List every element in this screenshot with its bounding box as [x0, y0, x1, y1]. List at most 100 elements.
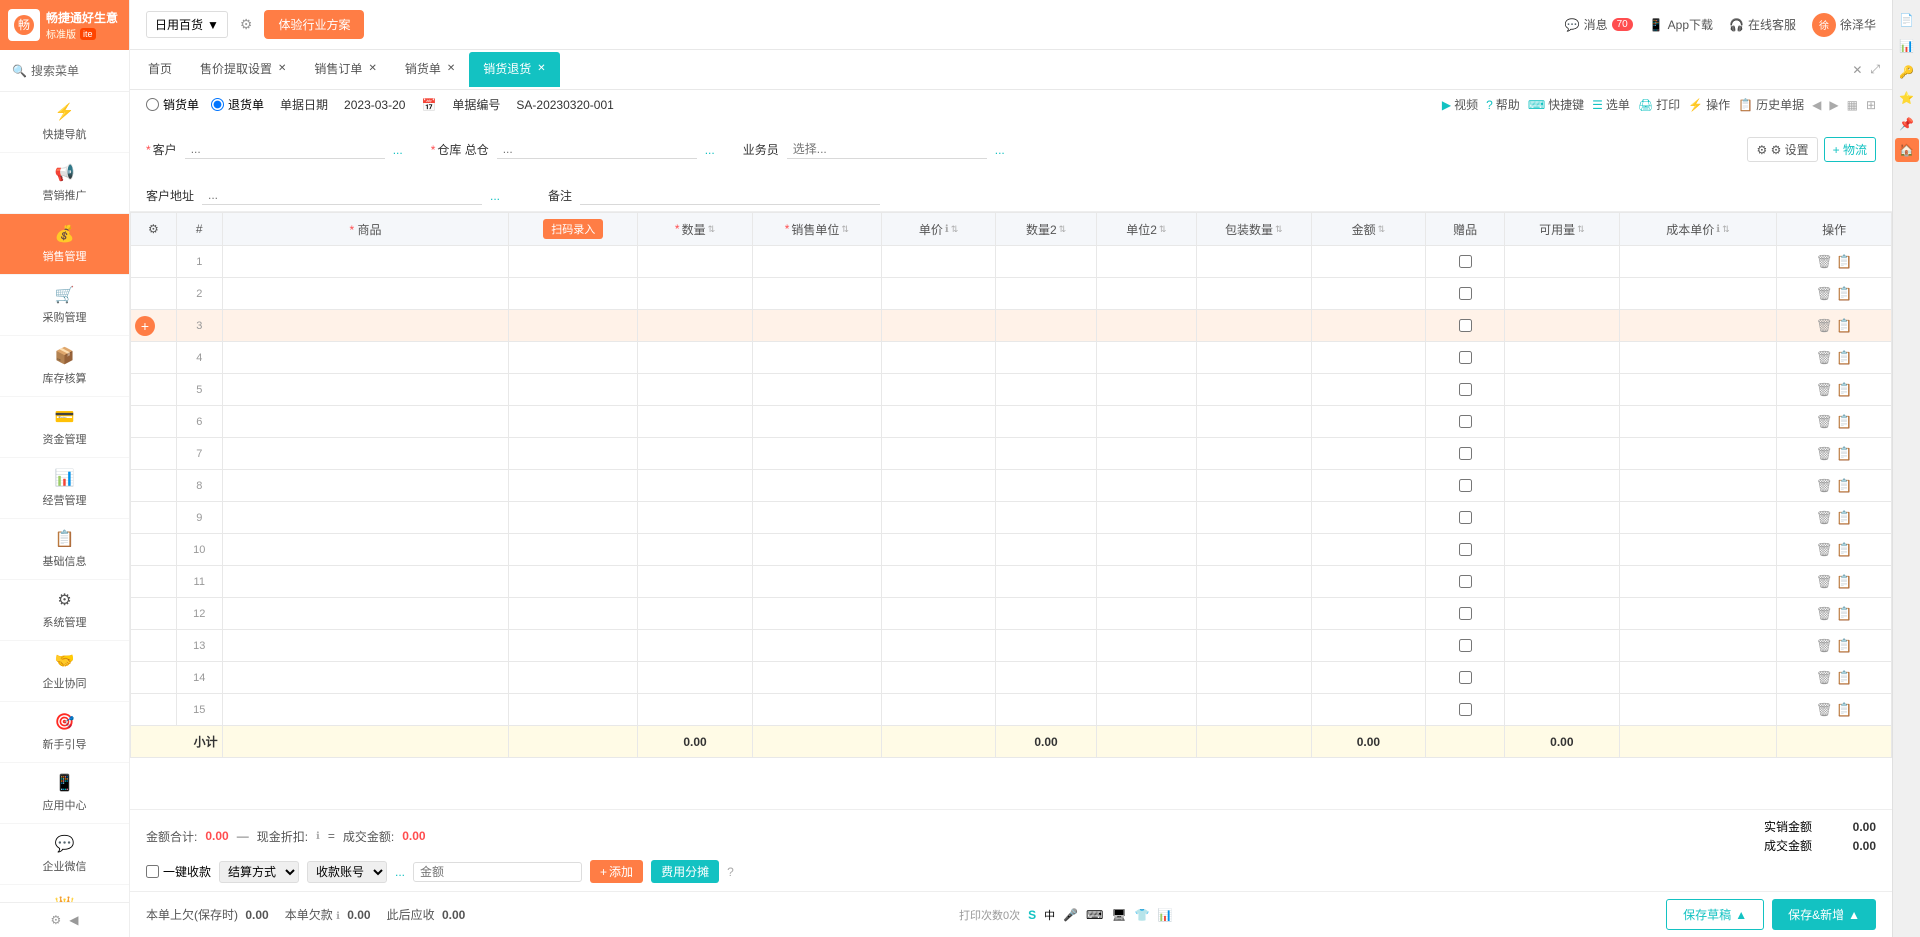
row3-copy-btn[interactable]: 📋 — [1836, 318, 1852, 334]
tab-price-setup[interactable]: 售价提取设置 ✕ — [186, 52, 300, 87]
row1-gift[interactable] — [1426, 246, 1505, 278]
video-btn[interactable]: ▶ 视频 — [1442, 96, 1478, 113]
row3-gift[interactable] — [1426, 310, 1505, 342]
row1-price[interactable] — [881, 246, 996, 278]
collapse-icon[interactable]: ◀ — [69, 913, 78, 927]
single-debt-info[interactable]: ℹ — [336, 911, 340, 922]
radio-return[interactable]: 退货单 — [211, 96, 264, 113]
settings-button[interactable]: ⚙ ⚙ 设置 ⚙ 设置 — [1747, 137, 1817, 162]
tab-sales-delivery[interactable]: 销货单 ✕ — [391, 52, 469, 87]
scan-button[interactable]: 扫码录入 — [543, 219, 603, 239]
row1-cost[interactable] — [1619, 246, 1777, 278]
row13-gift-check[interactable] — [1459, 639, 1472, 652]
history-prev-icon[interactable]: ◀ — [1812, 98, 1821, 112]
calendar-icon[interactable]: 📅 — [421, 98, 436, 112]
shortcut-btn[interactable]: ⌨ 快捷键 — [1528, 96, 1584, 113]
price-info-icon[interactable]: ℹ — [945, 224, 949, 235]
sidebar-item-operations[interactable]: 📊 经营管理 — [0, 458, 129, 519]
row5-gift-check[interactable] — [1459, 383, 1472, 396]
radio-return-input[interactable] — [211, 98, 224, 111]
row1-delete-btn[interactable]: 🗑 — [1816, 254, 1833, 270]
history-next-icon[interactable]: ▶ — [1829, 98, 1838, 112]
rp-icon-6[interactable]: 🏠 — [1895, 138, 1919, 162]
row8-gift-check[interactable] — [1459, 479, 1472, 492]
warehouse-select-btn[interactable]: ... — [705, 143, 715, 157]
sidebar-item-sales[interactable]: 💰 销售管理 — [0, 214, 129, 275]
row3-delete-btn[interactable]: 🗑 — [1816, 318, 1833, 334]
row3-product[interactable] — [222, 310, 509, 342]
status-mic-icon[interactable]: 🎤 — [1063, 908, 1078, 922]
help-btn[interactable]: ? 帮助 — [1486, 96, 1520, 113]
fee-help-icon[interactable]: ? — [727, 865, 734, 879]
th-scan[interactable]: 扫码录入 — [509, 213, 638, 246]
print-btn[interactable]: 🖨 打印 — [1638, 96, 1680, 113]
tab-sales-return[interactable]: 销货退货 ✕ — [469, 52, 559, 87]
radio-delivery[interactable]: 销货单 — [146, 96, 199, 113]
row1-product-input[interactable] — [227, 255, 505, 269]
row1-gift-check[interactable] — [1459, 255, 1472, 268]
app-download-button[interactable]: 📱 App下载 — [1649, 16, 1713, 33]
row1-product[interactable] — [222, 246, 509, 278]
sidebar-item-guide[interactable]: 🎯 新手引导 — [0, 702, 129, 763]
topbar-dropdown[interactable]: 日用百货 ▼ — [146, 11, 228, 38]
sidebar-item-appstore[interactable]: 📱 应用中心 — [0, 763, 129, 824]
row10-gift-check[interactable] — [1459, 543, 1472, 556]
row1-unit[interactable] — [752, 246, 881, 278]
row2-gift[interactable] — [1426, 278, 1505, 310]
settlement-method-select[interactable]: 结算方式 — [219, 861, 299, 883]
avail-sort-icon[interactable]: ⇅ — [1577, 224, 1585, 235]
add-row-button[interactable]: + — [135, 316, 155, 336]
rp-icon-1[interactable]: 📄 — [1895, 8, 1919, 32]
row1-avail[interactable] — [1505, 246, 1620, 278]
rp-icon-5[interactable]: 📌 — [1895, 112, 1919, 136]
account-select[interactable]: 收款账号 — [307, 861, 387, 883]
select-btn[interactable]: ☰ 选单 — [1592, 96, 1630, 113]
logistics-button[interactable]: + 物流 — [1824, 137, 1876, 162]
cost-info-icon[interactable]: ℹ — [1716, 224, 1720, 235]
salesperson-select-btn[interactable]: ... — [995, 143, 1005, 157]
tab-close-sales-return[interactable]: ✕ — [537, 63, 545, 74]
sidebar-item-purchase[interactable]: 🛒 采购管理 — [0, 275, 129, 336]
warehouse-input[interactable] — [497, 140, 697, 159]
amount-input[interactable] — [413, 862, 582, 882]
row3-product-input[interactable] — [227, 319, 505, 333]
row2-delete-btn[interactable]: 🗑 — [1816, 286, 1833, 302]
rp-icon-3[interactable]: 🔑 — [1895, 60, 1919, 84]
sidebar-item-basic[interactable]: 📋 基础信息 — [0, 519, 129, 580]
sidebar-item-inventory[interactable]: 📦 库存核算 — [0, 336, 129, 397]
tab-close-sales-delivery[interactable]: ✕ — [447, 63, 455, 74]
cost-sort-icon[interactable]: ⇅ — [1722, 224, 1730, 235]
row3-gift-check[interactable] — [1459, 319, 1472, 332]
row9-gift-check[interactable] — [1459, 511, 1472, 524]
view-grid-icon[interactable]: ⊞ — [1866, 98, 1876, 112]
tab-close-all-icon[interactable]: ✕ — [1852, 63, 1862, 77]
rp-icon-4[interactable]: ⭐ — [1895, 86, 1919, 110]
row14-gift-check[interactable] — [1459, 671, 1472, 684]
sidebar-item-marketing[interactable]: 📢 营销推广 — [0, 153, 129, 214]
customer-input[interactable] — [185, 140, 385, 159]
sidebar-item-wechat[interactable]: 💬 企业微信 — [0, 824, 129, 885]
row6-gift-check[interactable] — [1459, 415, 1472, 428]
sidebar-item-shortcuts[interactable]: ⚡ 快捷导航 — [0, 92, 129, 153]
row1-qty2[interactable] — [996, 246, 1096, 278]
rp-icon-2[interactable]: 📊 — [1895, 34, 1919, 58]
row7-gift-check[interactable] — [1459, 447, 1472, 460]
search-menu-button[interactable]: 🔍 搜索菜单 — [8, 58, 121, 83]
settings-icon[interactable]: ⚙ — [51, 913, 62, 927]
pack-sort-icon[interactable]: ⇅ — [1275, 224, 1283, 235]
row11-gift-check[interactable] — [1459, 575, 1472, 588]
price-sort-icon[interactable]: ⇅ — [951, 224, 959, 235]
row1-pack[interactable] — [1197, 246, 1312, 278]
row12-gift-check[interactable] — [1459, 607, 1472, 620]
status-chart-icon[interactable]: 📊 — [1158, 908, 1173, 922]
row1-copy-btn[interactable]: 📋 — [1836, 254, 1852, 270]
salesperson-input[interactable] — [787, 140, 987, 159]
save-draft-button[interactable]: 保存草稿 ▲ — [1666, 899, 1764, 930]
customer-select-btn[interactable]: ... — [393, 143, 403, 157]
tab-sales-order[interactable]: 销售订单 ✕ — [300, 52, 390, 87]
qty2-sort-icon[interactable]: ⇅ — [1059, 224, 1067, 235]
topbar-gear-icon[interactable]: ⚙ — [240, 16, 253, 33]
save-new-button[interactable]: 保存&新增 ▲ — [1772, 899, 1876, 930]
tab-home[interactable]: 首页 — [134, 52, 186, 87]
status-screen-icon[interactable]: 🖥 — [1111, 908, 1126, 922]
